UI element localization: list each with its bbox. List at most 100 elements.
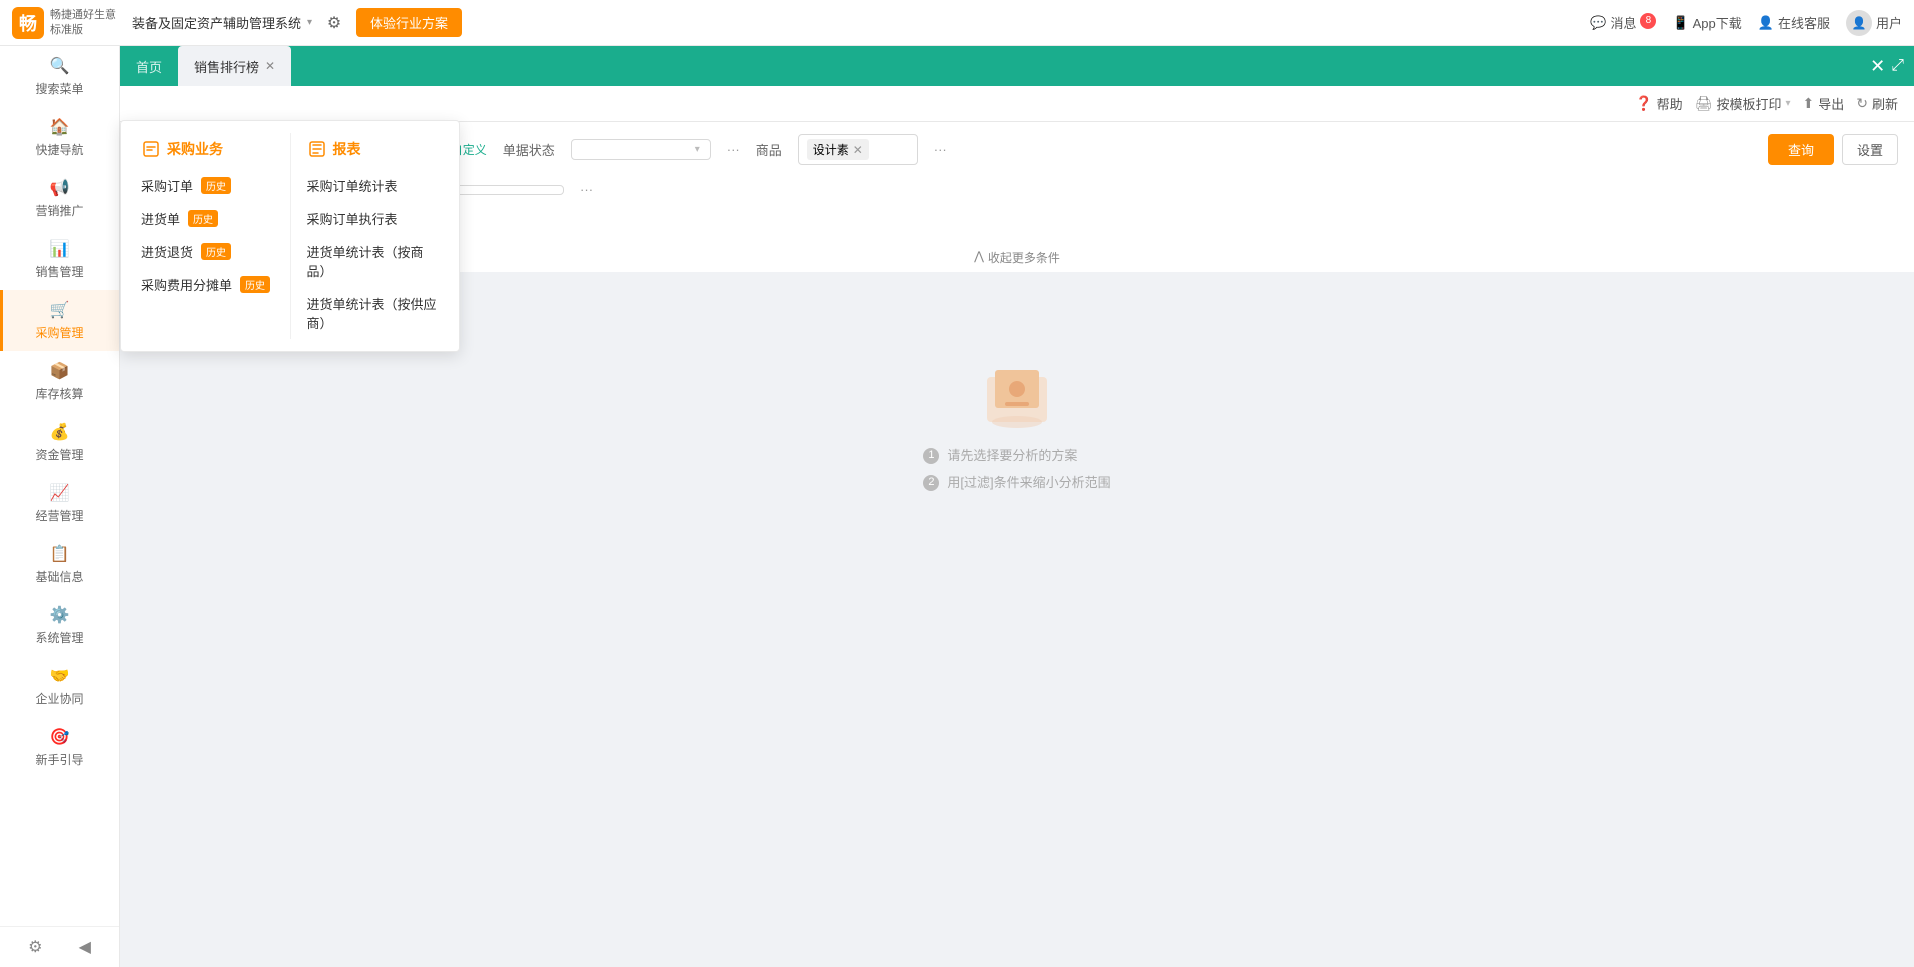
sidebar-item-label: 营销推广 (35, 202, 83, 219)
toolbar-row: ❓ 帮助 🖨 按模板打印 ▾ ⬆ 导出 ↻ 刷新 (120, 86, 1914, 122)
sidebar-item-label: 企业协同 (35, 690, 83, 707)
home-icon: 🏠 (50, 117, 70, 137)
refresh-button[interactable]: ↻ 刷新 (1856, 94, 1898, 113)
tab-close-icon[interactable]: ✕ (265, 59, 275, 73)
message-button[interactable]: 💬 消息 8 (1590, 13, 1656, 32)
dropdown-col-report-title: 报表 (295, 133, 452, 165)
history-badge: 历史 (188, 210, 218, 227)
history-badge: 历史 (240, 276, 270, 293)
service-icon: 👤 (1758, 15, 1774, 31)
inventory-icon: 📦 (50, 361, 70, 381)
print-button[interactable]: 🖨 按模板打印 ▾ (1695, 94, 1791, 113)
user-button[interactable]: 👤 用户 (1846, 10, 1902, 36)
purchase-col-icon (141, 139, 161, 159)
system-icon: ⚙️ (50, 605, 70, 625)
app-download-button[interactable]: 📱 App下载 (1672, 13, 1741, 32)
sidebar-item-label: 搜索菜单 (35, 80, 83, 97)
sidebar-item-nav[interactable]: 🏠 快捷导航 (0, 107, 119, 168)
sidebar-settings-icon[interactable]: ⚙ (28, 937, 42, 957)
status-more-dots[interactable]: ··· (727, 142, 740, 157)
settings-icon[interactable]: ⚙ (322, 11, 346, 35)
dropdown-item-receive-goods[interactable]: 进货单统计表（按商品） (295, 235, 452, 287)
print-dropdown-icon[interactable]: ▾ (1785, 98, 1790, 109)
sidebar-item-label: 系统管理 (35, 629, 83, 646)
sidebar-item-search[interactable]: 🔍 搜索菜单 (0, 46, 119, 107)
empty-illustration (967, 352, 1067, 432)
sidebar-item-inventory[interactable]: 📦 库存核算 (0, 351, 119, 412)
sidebar-collapse-icon[interactable]: ◀ (79, 937, 91, 957)
operations-icon: 📈 (50, 483, 70, 503)
goods-input[interactable]: 设计素 ✕ (798, 134, 918, 165)
sidebar-item-system[interactable]: ⚙️ 系统管理 (0, 595, 119, 656)
export-button[interactable]: ⬆ 导出 (1803, 94, 1845, 113)
help-button[interactable]: ❓ 帮助 (1635, 94, 1682, 113)
chevron-down-icon[interactable]: ▾ (307, 17, 312, 28)
sidebar: 🔍 搜索菜单 🏠 快捷导航 📢 营销推广 📊 销售管理 🛒 采购管理 📦 库存核… (0, 46, 120, 967)
sidebar-item-label: 销售管理 (35, 263, 83, 280)
status-select[interactable]: ▾ (571, 139, 711, 160)
expense-label: 采购费用分摊单 (141, 275, 232, 294)
goods-tag-text: 设计素 (813, 141, 849, 158)
sidebar-item-guide[interactable]: 🎯 新手引导 (0, 717, 119, 778)
message-icon: 💬 (1590, 15, 1606, 31)
app-download-label: App下载 (1693, 13, 1742, 32)
search-icon: 🔍 (50, 56, 70, 76)
empty-text: 1 请先选择要分析的方案 2 用[过滤]条件来缩小分析范围 (923, 444, 1110, 495)
dropdown-col-purchase-label: 采购业务 (167, 139, 223, 159)
print-label: 按模板打印 (1716, 94, 1781, 113)
dropdown-item-purchase-order[interactable]: 采购订单 历史 (129, 169, 286, 202)
tab-home[interactable]: 首页 (120, 46, 178, 86)
sidebar-item-purchase[interactable]: 🛒 采购管理 (0, 290, 119, 351)
message-badge: 8 (1640, 13, 1656, 29)
dropdown-item-receive[interactable]: 进货单 历史 (129, 202, 286, 235)
sidebar-item-sales[interactable]: 📊 销售管理 (0, 229, 119, 290)
online-service-button[interactable]: 👤 在线客服 (1758, 13, 1830, 32)
goods-more-dots[interactable]: ··· (934, 142, 947, 157)
sidebar-item-marketing[interactable]: 📢 营销推广 (0, 168, 119, 229)
dropdown-divider (290, 133, 291, 339)
dropdown-item-purchase-exec[interactable]: 采购订单执行表 (295, 202, 452, 235)
history-badge: 历史 (201, 243, 231, 260)
dropdown-item-receive-supplier[interactable]: 进货单统计表（按供应商） (295, 287, 452, 339)
dropdown-item-expense[interactable]: 采购费用分摊单 历史 (129, 268, 286, 301)
tab-close-window-icon[interactable]: ✕ (1870, 56, 1885, 77)
sidebar-item-operations[interactable]: 📈 经营管理 (0, 473, 119, 534)
collapse-up-icon: ⋀ (974, 249, 984, 266)
help-icon: ❓ (1635, 95, 1652, 112)
history-badge: 历史 (201, 177, 231, 194)
purchase-icon: 🛒 (50, 300, 70, 320)
tab-right-buttons: ✕ ⤢ (1870, 56, 1914, 77)
online-service-label: 在线客服 (1778, 13, 1830, 32)
dropdown-col-purchase-title: 采购业务 (129, 133, 286, 165)
dropdown-item-purchase-stats[interactable]: 采购订单统计表 (295, 169, 452, 202)
goods-label: 商品 (756, 140, 782, 159)
industry-button[interactable]: 体验行业方案 (356, 8, 462, 37)
sidebar-item-basic[interactable]: 📋 基础信息 (0, 534, 119, 595)
tab-sales-ranking[interactable]: 销售排行榜 ✕ (178, 46, 291, 86)
salesperson-more-dots[interactable]: ··· (580, 182, 593, 197)
settings-button[interactable]: 设置 (1842, 134, 1898, 165)
tab-maximize-icon[interactable]: ⤢ (1891, 57, 1904, 75)
guide-icon: 🎯 (50, 727, 70, 747)
active-bar (0, 290, 3, 351)
avatar: 👤 (1846, 10, 1872, 36)
sidebar-item-label: 库存核算 (35, 385, 83, 402)
dropdown-item-return[interactable]: 进货退货 历史 (129, 235, 286, 268)
receive-goods-label: 进货单统计表（按商品） (307, 242, 440, 280)
phone-icon: 📱 (1672, 15, 1688, 31)
return-label: 进货退货 (141, 242, 193, 261)
purchase-order-label: 采购订单 (141, 176, 193, 195)
sidebar-item-finance[interactable]: 💰 资金管理 (0, 412, 119, 473)
query-button[interactable]: 查询 (1768, 134, 1834, 165)
marketing-icon: 📢 (50, 178, 70, 198)
sidebar-item-label: 经营管理 (35, 507, 83, 524)
sidebar-item-collaboration[interactable]: 🤝 企业协同 (0, 656, 119, 717)
system-title-text: 装备及固定资产辅助管理系统 (132, 13, 301, 32)
salesperson-input[interactable] (444, 185, 564, 195)
refresh-label: 刷新 (1872, 94, 1898, 113)
finance-icon: 💰 (50, 422, 70, 442)
goods-tag-close-icon[interactable]: ✕ (853, 143, 863, 157)
tab-sales-ranking-label: 销售排行榜 (194, 57, 259, 76)
status-label: 单据状态 (503, 140, 555, 159)
dropdown-purchase-menu: 采购业务 采购订单 历史 进货单 历史 进货退货 历史 采购费用分摊单 历史 (120, 120, 460, 352)
